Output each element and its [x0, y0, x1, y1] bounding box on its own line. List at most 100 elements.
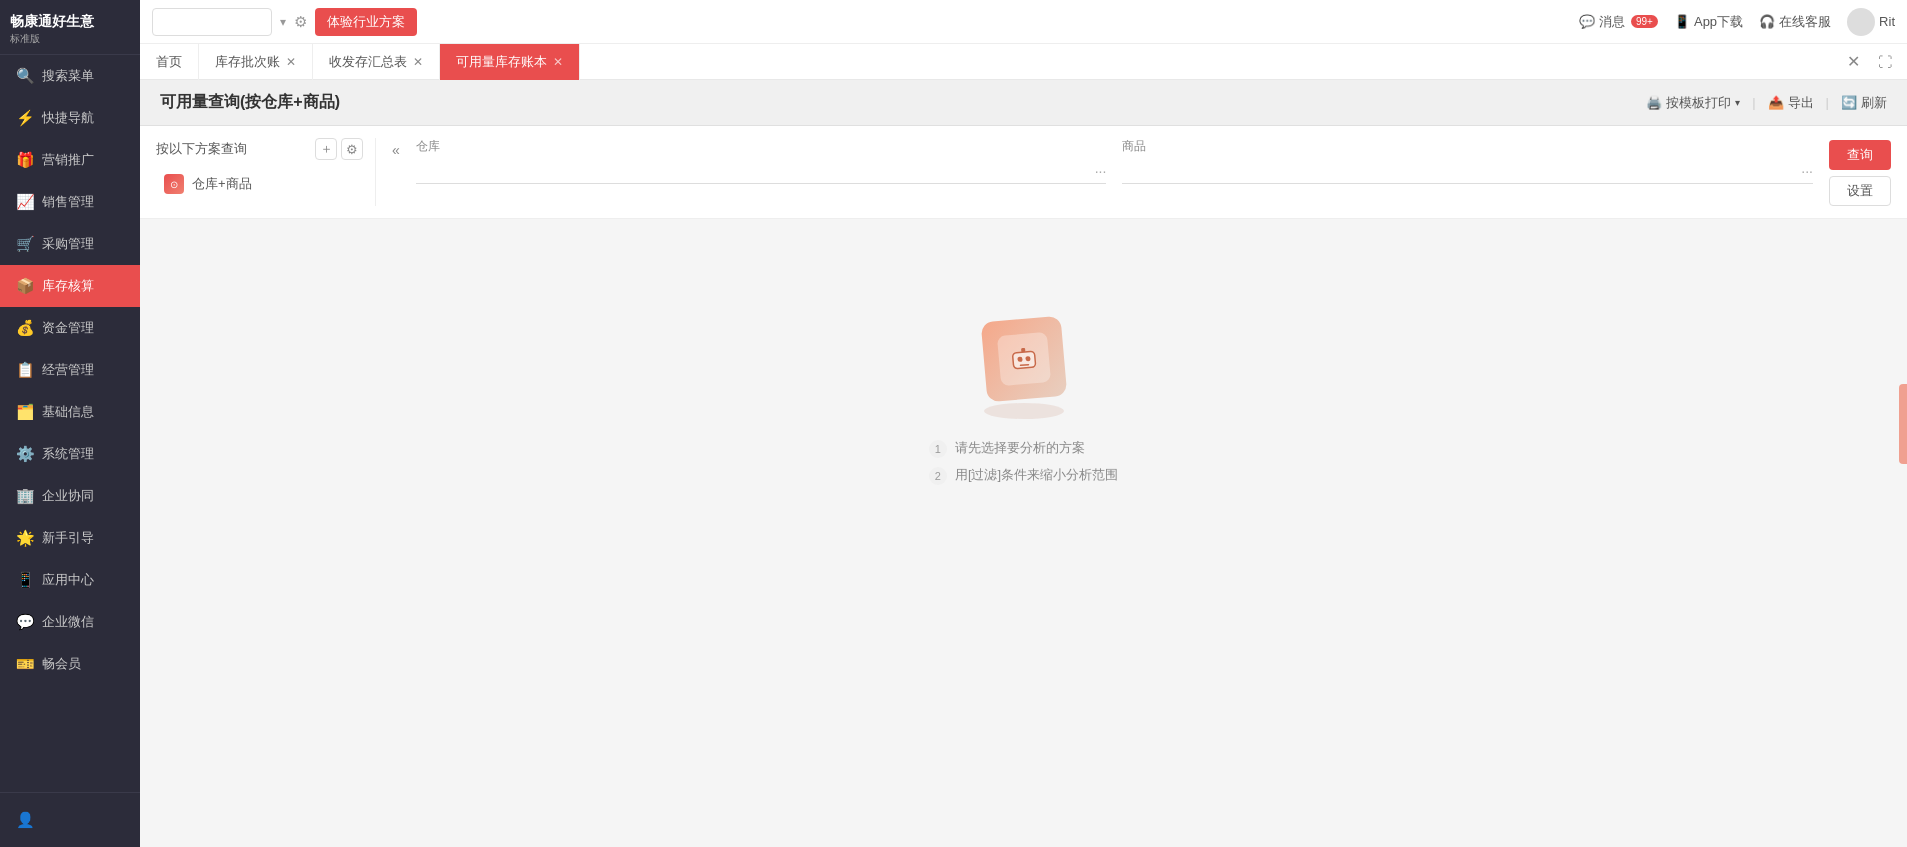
sidebar-bottom: 👤	[0, 792, 140, 847]
tabs-expand-btn[interactable]: ⛶	[1871, 48, 1899, 76]
hint-label-2: 用[过滤]条件来缩小分析范围	[955, 466, 1118, 484]
sidebar-item-basic-info[interactable]: 🗂️ 基础信息	[0, 391, 140, 433]
tab-available-qty[interactable]: 可用量库存账本 ✕	[440, 44, 580, 80]
sidebar-item-system[interactable]: ⚙️ 系统管理	[0, 433, 140, 475]
product-more-icon[interactable]: ···	[1801, 163, 1813, 179]
page-actions: 🖨️ 按模板打印 ▾ | 📤 导出 | 🔄 刷新	[1646, 94, 1887, 112]
sidebar-item-inventory[interactable]: 📦 库存核算	[0, 265, 140, 307]
tab-receive-summary[interactable]: 收发存汇总表 ✕	[313, 44, 440, 80]
close-icon[interactable]: ✕	[553, 55, 563, 69]
sidebar-item-label: 应用中心	[42, 571, 94, 589]
tab-available-qty-label: 可用量库存账本	[456, 53, 547, 71]
sidebar-logo-title: 畅康通好生意	[10, 12, 130, 32]
sidebar-item-label: 采购管理	[42, 235, 94, 253]
tabs-bar: 首页 库存批次账 ✕ 收发存汇总表 ✕ 可用量库存账本 ✕ ✕ ⛶	[140, 44, 1907, 80]
tab-receive-summary-label: 收发存汇总表	[329, 53, 407, 71]
product-label: 商品	[1122, 138, 1813, 155]
system-icon: ⚙️	[16, 445, 34, 463]
filter-left-header: 按以下方案查询 ＋ ⚙	[156, 138, 363, 160]
divider: |	[1752, 95, 1755, 110]
sidebar-item-member[interactable]: 🎫 畅会员	[0, 643, 140, 685]
purchase-icon: 🛒	[16, 235, 34, 253]
sidebar-item-label: 资金管理	[42, 319, 94, 337]
close-icon[interactable]: ✕	[286, 55, 296, 69]
topbar-search-input[interactable]	[152, 8, 272, 36]
refresh-btn[interactable]: 🔄 刷新	[1841, 94, 1887, 112]
tabs-actions: ✕ ⛶	[1839, 48, 1907, 76]
edit-scheme-btn[interactable]: ⚙	[341, 138, 363, 160]
sidebar-item-finance[interactable]: 💰 资金管理	[0, 307, 140, 349]
print-label: 按模板打印	[1666, 94, 1731, 112]
sidebar-item-label: 营销推广	[42, 151, 94, 169]
sidebar-item-purchase[interactable]: 🛒 采购管理	[0, 223, 140, 265]
inventory-icon: 📦	[16, 277, 34, 295]
product-input-wrapper: ···	[1122, 159, 1813, 184]
sidebar-item-label: 企业协同	[42, 487, 94, 505]
gear-icon[interactable]: ⚙	[294, 13, 307, 31]
sidebar-item-app-center[interactable]: 📱 应用中心	[0, 559, 140, 601]
finance-icon: 💰	[16, 319, 34, 337]
tabs-close-btn[interactable]: ✕	[1839, 48, 1867, 76]
operations-icon: 📋	[16, 361, 34, 379]
hint-num-2: 2	[929, 467, 947, 485]
page-header: 可用量查询(按仓库+商品) 🖨️ 按模板打印 ▾ | 📤 导出 | 🔄 刷新	[140, 80, 1907, 126]
search-icon: 🔍	[16, 67, 34, 85]
sidebar-logo-badge: 标准版	[10, 32, 130, 46]
divider: |	[1826, 95, 1829, 110]
industry-btn[interactable]: 体验行业方案	[315, 8, 417, 36]
sidebar-item-bottom[interactable]: 👤	[0, 801, 140, 839]
sidebar-item-label: 经营管理	[42, 361, 94, 379]
sidebar-item-label: 销售管理	[42, 193, 94, 211]
app-download-item[interactable]: 📱 App下载	[1674, 13, 1743, 31]
right-scroll-hint	[1899, 384, 1907, 464]
content: 可用量查询(按仓库+商品) 🖨️ 按模板打印 ▾ | 📤 导出 | 🔄 刷新	[140, 80, 1907, 847]
online-service-item[interactable]: 🎧 在线客服	[1759, 13, 1831, 31]
product-input[interactable]	[1122, 164, 1797, 179]
query-button[interactable]: 查询	[1829, 140, 1891, 170]
empty-box	[980, 316, 1067, 403]
print-btn[interactable]: 🖨️ 按模板打印 ▾	[1646, 94, 1740, 112]
settings-button[interactable]: 设置	[1829, 176, 1891, 206]
enterprise-icon: 🏢	[16, 487, 34, 505]
chevron-down-icon[interactable]: ▾	[280, 15, 286, 29]
basic-info-icon: 🗂️	[16, 403, 34, 421]
enterprise-wx-icon: 💬	[16, 613, 34, 631]
sidebar-item-label: 搜索菜单	[42, 67, 94, 85]
chevron-down-icon: ▾	[1735, 97, 1740, 108]
sales-icon: 📈	[16, 193, 34, 211]
warehouse-input[interactable]	[416, 164, 1091, 179]
messages-item[interactable]: 💬 消息 99+	[1579, 13, 1658, 31]
newbie-icon: 🌟	[16, 529, 34, 547]
sidebar-item-marketing[interactable]: 🎁 营销推广	[0, 139, 140, 181]
svg-rect-0	[1012, 351, 1035, 369]
sidebar-item-sales[interactable]: 📈 销售管理	[0, 181, 140, 223]
user-avatar-item[interactable]: Rit	[1847, 8, 1895, 36]
tab-home-label: 首页	[156, 53, 182, 71]
sidebar-item-enterprise[interactable]: 🏢 企业协同	[0, 475, 140, 517]
empty-illustration	[964, 299, 1084, 419]
tab-home[interactable]: 首页	[140, 44, 199, 80]
sidebar-item-operations[interactable]: 📋 经营管理	[0, 349, 140, 391]
close-icon[interactable]: ✕	[413, 55, 423, 69]
export-btn[interactable]: 📤 导出	[1768, 94, 1814, 112]
add-scheme-btn[interactable]: ＋	[315, 138, 337, 160]
collapse-btn[interactable]: «	[388, 138, 404, 206]
message-icon: 💬	[1579, 14, 1595, 29]
sidebar-item-label: 新手引导	[42, 529, 94, 547]
warehouse-more-icon[interactable]: ···	[1095, 163, 1107, 179]
tab-batch-account[interactable]: 库存批次账 ✕	[199, 44, 313, 80]
sidebar-item-search[interactable]: 🔍 搜索菜单	[0, 55, 140, 97]
hint-num-1: 1	[929, 440, 947, 458]
messages-badge: 99+	[1631, 15, 1658, 28]
warehouse-input-wrapper: ···	[416, 159, 1107, 184]
scheme-item-warehouse-product[interactable]: ⊙ 仓库+商品	[156, 168, 363, 200]
phone-icon: 📱	[1674, 14, 1690, 29]
empty-box-inner	[996, 332, 1050, 386]
sidebar-item-newbie[interactable]: 🌟 新手引导	[0, 517, 140, 559]
scheme-item-label: 仓库+商品	[192, 175, 252, 193]
sidebar-item-enterprise-wx[interactable]: 💬 企业微信	[0, 601, 140, 643]
page-title: 可用量查询(按仓库+商品)	[160, 92, 340, 113]
sidebar-item-label: 快捷导航	[42, 109, 94, 127]
sidebar-item-quick-nav[interactable]: ⚡ 快捷导航	[0, 97, 140, 139]
filter-actions: 查询 设置	[1829, 138, 1891, 206]
